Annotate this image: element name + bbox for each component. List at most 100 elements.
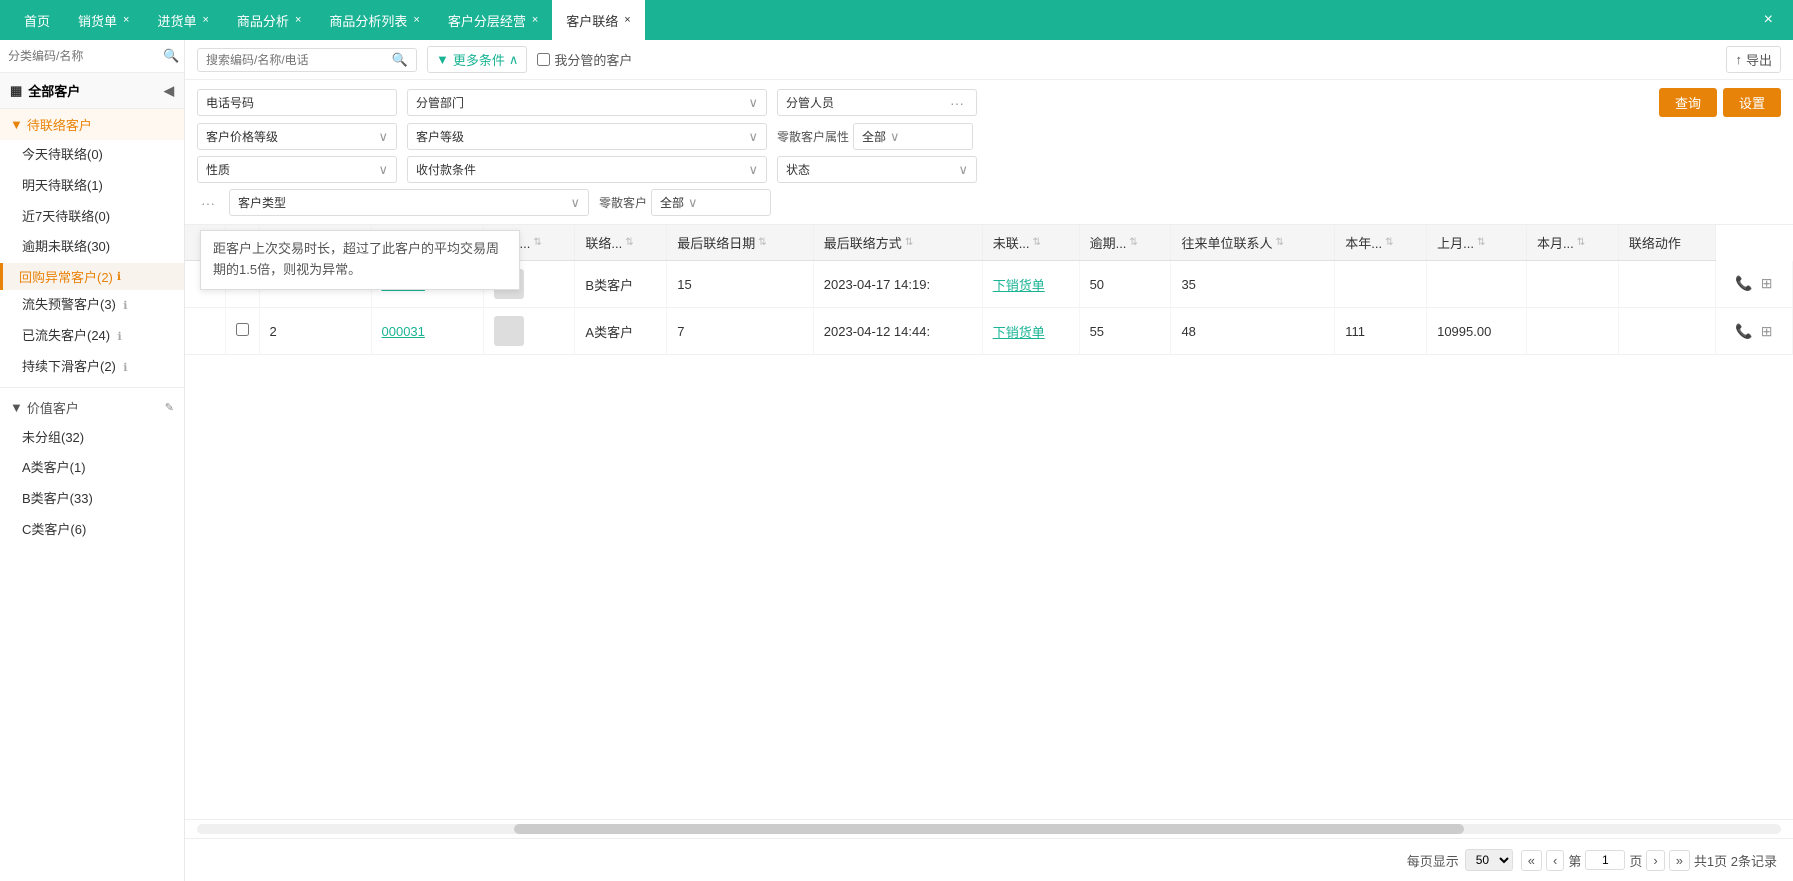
row2-checkbox[interactable]: [236, 323, 249, 336]
col-unlisted: 未联...⇅: [982, 225, 1079, 261]
filter-phone-field[interactable]: 电话号码: [197, 89, 397, 116]
nav-item-analysis-list[interactable]: 商品分析列表 ×: [315, 0, 433, 40]
sort-icon-date[interactable]: ⇅: [758, 237, 766, 248]
per-page-select[interactable]: 50: [1465, 849, 1513, 871]
row2-unlisted: 55: [1079, 308, 1171, 355]
sidebar-item-7days[interactable]: 近7天待联络(0): [0, 202, 184, 233]
sidebar-group2-value[interactable]: ▼ 价值客户 ✎: [0, 392, 184, 423]
sidebar-item-repurchase[interactable]: 回购异常客户(2) ℹ: [0, 263, 184, 290]
row1-grid-action-icon[interactable]: ⊞: [1761, 275, 1773, 292]
sort-icon-method[interactable]: ⇅: [905, 237, 913, 248]
row1-last-method-link[interactable]: 下销货单: [993, 278, 1045, 293]
manager-ellipsis-btn[interactable]: ···: [946, 95, 968, 111]
row2-grid-action-icon[interactable]: ⊞: [1761, 323, 1773, 340]
row2-code[interactable]: 000031: [371, 308, 483, 355]
sidebar-item-ungrouped[interactable]: 未分组(32): [0, 423, 184, 454]
info-icon-declining: ℹ: [123, 362, 127, 374]
info-icon-lost: ℹ: [117, 331, 121, 343]
nav-item-purchase[interactable]: 进货单 ×: [143, 0, 222, 40]
nav-item-home[interactable]: 首页: [10, 0, 64, 40]
sidebar-group-pending[interactable]: ▼ 待联络客户: [0, 109, 184, 140]
sort-icon-year[interactable]: ⇅: [1385, 237, 1393, 248]
last-page-button[interactable]: »: [1669, 850, 1690, 871]
sort-icon-overdue[interactable]: ⇅: [1129, 237, 1137, 248]
row2-checkbox-cell[interactable]: [225, 308, 259, 355]
query-button[interactable]: 查询: [1659, 88, 1717, 117]
filter-search-input[interactable]: [206, 53, 392, 67]
filter-retail-attr-select[interactable]: 全部 ∨: [853, 123, 973, 150]
nav-item-customer-contact[interactable]: 客户联络 ×: [552, 0, 644, 40]
filter-manager-field[interactable]: 分管人员 ···: [777, 89, 977, 116]
sidebar-search-area: 🔍: [0, 40, 184, 73]
filter-more-button[interactable]: ▼ 更多条件 ∧: [427, 46, 527, 73]
filter-department-field[interactable]: 分管部门 ∨: [407, 89, 767, 116]
filter-customer-type-field[interactable]: 客户类型 ∨: [229, 189, 589, 216]
filter-retail-customer-arrow: ∨: [688, 195, 698, 211]
sidebar-search-input[interactable]: [8, 49, 163, 63]
sort-icon-contact[interactable]: ⇅: [625, 237, 633, 248]
info-icon-repurchase: ℹ: [117, 270, 121, 283]
settings-button[interactable]: 设置: [1723, 88, 1781, 117]
sidebar-item-lost[interactable]: 已流失客户(24) ℹ: [0, 321, 184, 352]
my-customer-checkbox[interactable]: [537, 53, 550, 66]
nav-item-analysis[interactable]: 商品分析 ×: [223, 0, 315, 40]
window-close-button[interactable]: ×: [1754, 11, 1783, 29]
sidebar-item-7days-label: 近7天待联络(0): [22, 209, 110, 224]
sidebar-search-icon[interactable]: 🔍: [163, 48, 179, 64]
filter-price-level-field[interactable]: 客户价格等级 ∨: [197, 123, 397, 150]
sidebar-item-tomorrow[interactable]: 明天待联络(1): [0, 171, 184, 202]
row2-last-date-text: 2023-04-12 14:44:: [824, 324, 930, 339]
sidebar-item-today[interactable]: 今天待联络(0): [0, 140, 184, 171]
page-number-input[interactable]: [1585, 850, 1625, 870]
sidebar-all-customers-header[interactable]: ▦ 全部客户 ◀: [0, 73, 184, 109]
row2-code-link[interactable]: 000031: [382, 324, 425, 339]
sidebar-item-a-class[interactable]: A类客户(1): [0, 453, 184, 484]
sort-icon-last-month[interactable]: ⇅: [1477, 237, 1485, 248]
filter-search-icon[interactable]: 🔍: [392, 52, 408, 68]
nav-customer-segment-close[interactable]: ×: [532, 14, 538, 26]
sidebar-item-c-class[interactable]: C类客户(6): [0, 515, 184, 546]
total-page-label: 页: [1629, 851, 1642, 870]
col-overdue: 逾期...⇅: [1079, 225, 1171, 261]
row2-year-text: 10995.00: [1437, 324, 1491, 339]
prev-page-button[interactable]: ‹: [1546, 850, 1564, 871]
row4-ellipsis[interactable]: ···: [197, 195, 219, 211]
sort-icon-related[interactable]: ⇅: [1275, 237, 1283, 248]
nav-sales-close[interactable]: ×: [123, 14, 129, 26]
bottom-scrollbar-area[interactable]: [185, 819, 1793, 838]
sidebar-item-overdue[interactable]: 逾期未联络(30): [0, 232, 184, 263]
scroll-thumb[interactable]: [514, 824, 1464, 834]
sidebar-item-loss-warning[interactable]: 流失预警客户(3) ℹ: [0, 290, 184, 321]
row2-phone-icon[interactable]: 📞: [1735, 323, 1752, 340]
nav-customer-contact-close[interactable]: ×: [624, 14, 630, 26]
filter-payment-field[interactable]: 收付款条件 ∨: [407, 156, 767, 183]
filter-bar: 🔍 ▼ 更多条件 ∧ 我分管的客户 ↑ 导出: [185, 40, 1793, 80]
first-page-button[interactable]: «: [1521, 850, 1542, 871]
my-customer-checkbox-label[interactable]: 我分管的客户: [537, 50, 632, 69]
row2-settings: [185, 308, 225, 355]
edit-icon[interactable]: ✎: [165, 401, 174, 414]
next-page-button[interactable]: ›: [1646, 850, 1664, 871]
row2-overdue: 48: [1171, 308, 1335, 355]
filter-gender-field[interactable]: 性质 ∨: [197, 156, 397, 183]
filter-customer-level-field[interactable]: 客户等级 ∨: [407, 123, 767, 150]
sort-icon-this-month[interactable]: ⇅: [1577, 237, 1585, 248]
sort-icon-type[interactable]: ⇅: [533, 237, 541, 248]
filter-status-field[interactable]: 状态 ∨: [777, 156, 977, 183]
nav-analysis-list-close[interactable]: ×: [413, 14, 419, 26]
sidebar-item-declining[interactable]: 持续下滑客户(2) ℹ: [0, 352, 184, 383]
sort-icon-unlisted[interactable]: ⇅: [1033, 237, 1041, 248]
export-button[interactable]: ↑ 导出: [1726, 46, 1781, 73]
filter-retail-customer-select[interactable]: 全部 ∨: [651, 189, 771, 216]
sidebar-item-b-class[interactable]: B类客户(33): [0, 484, 184, 515]
nav-purchase-close[interactable]: ×: [202, 14, 208, 26]
scroll-track[interactable]: [197, 824, 1781, 834]
filter-retail-attr-arrow: ∨: [890, 129, 900, 145]
row1-phone-icon[interactable]: 📞: [1735, 275, 1752, 292]
col-related-label: 往来单位联系人: [1181, 233, 1272, 252]
row2-last-method-link[interactable]: 下销货单: [993, 325, 1045, 340]
nav-item-customer-segment[interactable]: 客户分层经营 ×: [434, 0, 552, 40]
nav-analysis-close[interactable]: ×: [295, 14, 301, 26]
nav-item-sales[interactable]: 销货单 ×: [64, 0, 143, 40]
sidebar-collapse-icon[interactable]: ◀: [164, 83, 174, 99]
